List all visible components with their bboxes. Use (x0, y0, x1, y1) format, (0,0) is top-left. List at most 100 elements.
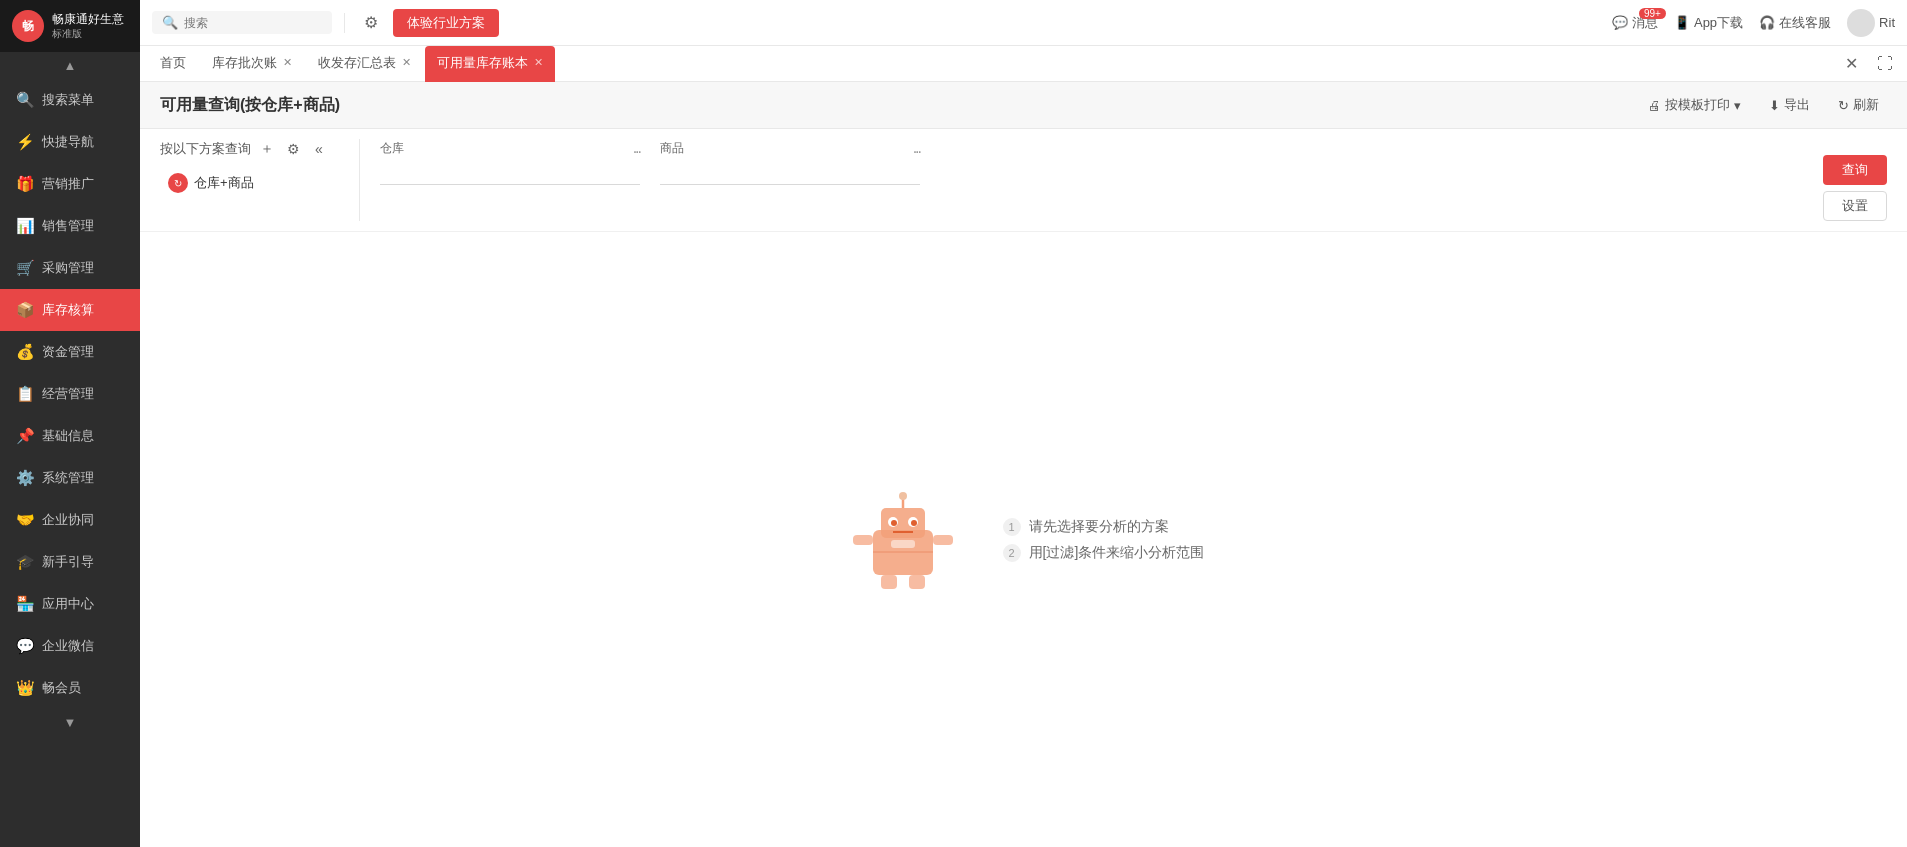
robot-svg (843, 480, 963, 600)
service-btn[interactable]: 🎧 在线客服 (1759, 14, 1831, 32)
svg-rect-10 (933, 535, 953, 545)
mobile-icon: 📱 (1674, 15, 1690, 30)
message-badge: 99+ (1639, 8, 1666, 19)
tabs-right-actions: ✕ ⛶ (1837, 50, 1899, 78)
export-icon: ⬇ (1769, 98, 1780, 113)
svg-rect-9 (853, 535, 873, 545)
search-input[interactable] (184, 16, 314, 30)
tab-close-btn[interactable]: ✕ (1837, 50, 1865, 78)
scheme-item-icon: ↻ (168, 173, 188, 193)
product-input[interactable] (660, 161, 920, 185)
sidebar-item-enterprise[interactable]: 🤝 企业协同 (0, 499, 140, 541)
query-btn[interactable]: 查询 (1823, 155, 1887, 185)
svg-rect-11 (881, 575, 897, 589)
purchase-icon: 🛒 (16, 259, 34, 277)
sidebar-item-purchase[interactable]: 🛒 采购管理 (0, 247, 140, 289)
empty-tip-2: 2 用[过滤]条件来缩小分析范围 (1003, 544, 1205, 562)
topbar-divider (344, 13, 345, 33)
sidebar-item-system[interactable]: ⚙️ 系统管理 (0, 457, 140, 499)
collapse-scheme-btn[interactable]: « (309, 139, 329, 159)
industry-btn[interactable]: 体验行业方案 (393, 9, 499, 37)
sidebar-item-sales[interactable]: 📊 销售管理 (0, 205, 140, 247)
headset-icon: 🎧 (1759, 15, 1775, 30)
inventory-icon: 📦 (16, 301, 34, 319)
sidebar-item-finance[interactable]: 💰 资金管理 (0, 331, 140, 373)
refresh-icon: ↻ (1838, 98, 1849, 113)
system-icon: ⚙️ (16, 469, 34, 487)
sidebar-app-title: 畅康通好生意 (52, 11, 124, 28)
search-icon: 🔍 (16, 91, 34, 109)
sidebar-item-inventory[interactable]: 📦 库存核算 (0, 289, 140, 331)
page-header: 可用量查询(按仓库+商品) 🖨 按模板打印 ▾ ⬇ 导出 ↻ 刷新 (140, 82, 1907, 129)
sidebar-item-wechat[interactable]: 💬 企业微信 (0, 625, 140, 667)
close-icon[interactable]: ✕ (283, 56, 292, 69)
filter-scheme-header: 按以下方案查询 ＋ ⚙ « (160, 139, 347, 159)
page-title: 可用量查询(按仓库+商品) (160, 95, 340, 116)
empty-tips: 1 请先选择要分析的方案 2 用[过滤]条件来缩小分析范围 (1003, 518, 1205, 562)
tip-number-2: 2 (1003, 544, 1021, 562)
sidebar-item-member[interactable]: 👑 畅会员 (0, 667, 140, 709)
sidebar-item-operation[interactable]: 📋 经营管理 (0, 373, 140, 415)
settings-icon[interactable]: ⚙ (357, 9, 385, 37)
sidebar-item-newbie[interactable]: 🎓 新手引导 (0, 541, 140, 583)
svg-point-5 (911, 520, 917, 526)
content-area: 可用量查询(按仓库+商品) 🖨 按模板打印 ▾ ⬇ 导出 ↻ 刷新 (140, 82, 1907, 847)
main-area: 🔍 ⚙ 体验行业方案 💬 消息 99+ 📱 App下载 🎧 在线客服 Rit (140, 0, 1907, 847)
finance-icon: 💰 (16, 343, 34, 361)
product-field-more[interactable]: ... (913, 139, 920, 157)
page-header-actions: 🖨 按模板打印 ▾ ⬇ 导出 ↻ 刷新 (1640, 92, 1887, 118)
dropdown-icon: ▾ (1734, 98, 1741, 113)
sidebar-scroll-up[interactable]: ▲ (0, 52, 140, 79)
manage-scheme-btn[interactable]: ⚙ (283, 139, 303, 159)
tabs-bar: 首页 库存批次账 ✕ 收发存汇总表 ✕ 可用量库存账本 ✕ ✕ ⛶ (140, 46, 1907, 82)
svg-point-8 (899, 492, 907, 500)
empty-tip-1: 1 请先选择要分析的方案 (1003, 518, 1205, 536)
filter-scheme: 按以下方案查询 ＋ ⚙ « ↻ 仓库+商品 (160, 139, 360, 221)
filter-field-warehouse-header: 仓库 ... (380, 139, 640, 157)
message-icon: 💬 (1612, 15, 1628, 30)
filter-area: 按以下方案查询 ＋ ⚙ « ↻ 仓库+商品 仓库 ... (140, 129, 1907, 232)
tab-available[interactable]: 可用量库存账本 ✕ (425, 46, 555, 82)
member-icon: 👑 (16, 679, 34, 697)
tab-expand-btn[interactable]: ⛶ (1871, 50, 1899, 78)
topbar-search-box[interactable]: 🔍 (152, 11, 332, 34)
tip-number-1: 1 (1003, 518, 1021, 536)
close-icon[interactable]: ✕ (402, 56, 411, 69)
sidebar: 畅 畅康通好生意 标准版 ▲ 🔍 搜索菜单 ⚡ 快捷导航 🎁 营销推广 📊 销售… (0, 0, 140, 847)
filter-actions: 查询 设置 (1823, 139, 1887, 221)
add-scheme-btn[interactable]: ＋ (257, 139, 277, 159)
enterprise-icon: 🤝 (16, 511, 34, 529)
svg-rect-12 (909, 575, 925, 589)
empty-state: 1 请先选择要分析的方案 2 用[过滤]条件来缩小分析范围 (140, 232, 1907, 847)
sidebar-item-search[interactable]: 🔍 搜索菜单 (0, 79, 140, 121)
export-btn[interactable]: ⬇ 导出 (1761, 92, 1818, 118)
sidebar-item-basic[interactable]: 📌 基础信息 (0, 415, 140, 457)
sidebar-app-subtitle: 标准版 (52, 27, 124, 41)
user-avatar[interactable]: Rit (1847, 9, 1895, 37)
message-btn[interactable]: 💬 消息 99+ (1612, 14, 1658, 32)
sidebar-item-shortcut[interactable]: ⚡ 快捷导航 (0, 121, 140, 163)
empty-illustration (843, 480, 963, 600)
scheme-item-warehouse-product[interactable]: ↻ 仓库+商品 (160, 167, 347, 199)
appstore-icon: 🏪 (16, 595, 34, 613)
sidebar-item-appstore[interactable]: 🏪 应用中心 (0, 583, 140, 625)
print-icon: 🖨 (1648, 98, 1661, 113)
sidebar-item-marketing[interactable]: 🎁 营销推广 (0, 163, 140, 205)
sidebar-header: 畅 畅康通好生意 标准版 (0, 0, 140, 52)
settings-btn[interactable]: 设置 (1823, 191, 1887, 221)
tab-summary[interactable]: 收发存汇总表 ✕ (306, 46, 423, 82)
svg-point-4 (891, 520, 897, 526)
avatar (1847, 9, 1875, 37)
tab-batch[interactable]: 库存批次账 ✕ (200, 46, 304, 82)
print-btn[interactable]: 🖨 按模板打印 ▾ (1640, 92, 1749, 118)
tab-home[interactable]: 首页 (148, 46, 198, 82)
close-icon[interactable]: ✕ (534, 56, 543, 69)
sidebar-nav: ▲ 🔍 搜索菜单 ⚡ 快捷导航 🎁 营销推广 📊 销售管理 🛒 采购管理 📦 库… (0, 52, 140, 847)
filter-field-warehouse: 仓库 ... (380, 139, 640, 185)
refresh-btn[interactable]: ↻ 刷新 (1830, 92, 1887, 118)
app-download-btn[interactable]: 📱 App下载 (1674, 14, 1743, 32)
warehouse-field-more[interactable]: ... (633, 139, 640, 157)
sidebar-scroll-down[interactable]: ▼ (0, 709, 140, 736)
warehouse-input[interactable] (380, 161, 640, 185)
topbar: 🔍 ⚙ 体验行业方案 💬 消息 99+ 📱 App下载 🎧 在线客服 Rit (140, 0, 1907, 46)
